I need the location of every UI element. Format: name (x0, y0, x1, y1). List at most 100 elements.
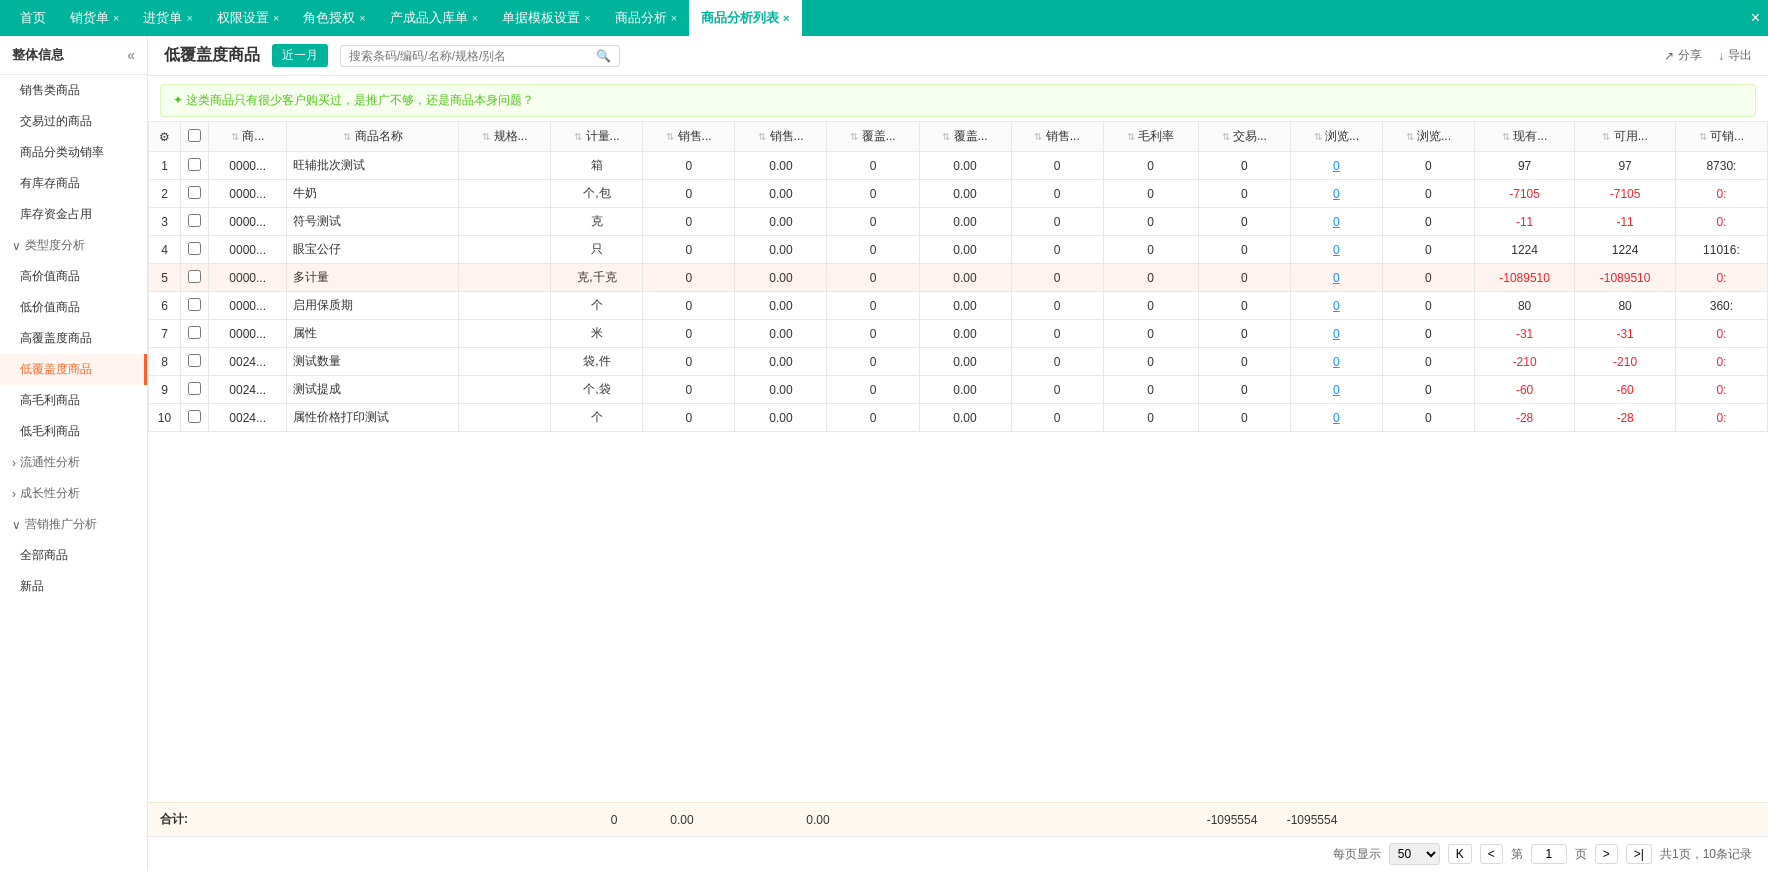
nav-product-warehouse[interactable]: 产成品入库单 × (378, 0, 490, 36)
th-name[interactable]: ⇅ 商品名称 (287, 122, 459, 152)
nav-close-sales-order[interactable]: × (113, 12, 119, 24)
th-browse1[interactable]: ⇅ 浏览... (1290, 122, 1382, 152)
search-icon[interactable]: 🔍 (596, 49, 611, 63)
row-browse1[interactable]: 0 (1290, 236, 1382, 264)
th-cover2[interactable]: ⇅ 覆盖... (919, 122, 1011, 152)
export-button[interactable]: ↓ 导出 (1718, 47, 1752, 64)
th-cover1[interactable]: ⇅ 覆盖... (827, 122, 919, 152)
row-checkbox[interactable] (181, 208, 209, 236)
sidebar-item-low-value[interactable]: 低价值商品 (0, 292, 147, 323)
nav-product-analysis[interactable]: 商品分析 × (603, 0, 689, 36)
row-checkbox[interactable] (181, 264, 209, 292)
sidebar-item-all-goods[interactable]: 全部商品 (0, 540, 147, 571)
nav-product-analysis-list[interactable]: 商品分析列表 × (689, 0, 801, 36)
th-checkbox[interactable] (181, 122, 209, 152)
th-available[interactable]: ⇅ 可用... (1575, 122, 1676, 152)
row-name[interactable]: 符号测试 (287, 208, 459, 236)
sidebar-item-sales-goods[interactable]: 销售类商品 (0, 75, 147, 106)
row-checkbox[interactable] (181, 320, 209, 348)
page-title: 低覆盖度商品 (164, 45, 260, 66)
sidebar-section-type-analysis[interactable]: ∨ 类型度分析 (0, 230, 147, 261)
next-page-button[interactable]: > (1595, 844, 1618, 864)
row-name[interactable]: 牛奶 (287, 180, 459, 208)
row-cover1: 0 (827, 320, 919, 348)
row-browse1[interactable]: 0 (1290, 264, 1382, 292)
th-current[interactable]: ⇅ 现有... (1474, 122, 1575, 152)
th-sellable[interactable]: ⇅ 可销... (1675, 122, 1767, 152)
share-button[interactable]: ↗ 分享 (1664, 47, 1702, 64)
sidebar-item-stock-capital[interactable]: 库存资金占用 (0, 199, 147, 230)
row-name[interactable]: 测试提成 (287, 376, 459, 404)
nav-home[interactable]: 首页 (8, 0, 58, 36)
row-browse1[interactable]: 0 (1290, 320, 1382, 348)
row-name[interactable]: 测试数量 (287, 348, 459, 376)
row-checkbox[interactable] (181, 236, 209, 264)
th-code[interactable]: ⇅ 商... (209, 122, 287, 152)
row-name[interactable]: 眼宝公仔 (287, 236, 459, 264)
sidebar-item-high-coverage[interactable]: 高覆盖度商品 (0, 323, 147, 354)
first-page-button[interactable]: K (1448, 844, 1472, 864)
page-input[interactable] (1531, 844, 1567, 864)
per-page-select[interactable]: 50 20 100 (1389, 843, 1440, 865)
row-checkbox[interactable] (181, 376, 209, 404)
search-input[interactable] (349, 49, 590, 63)
sidebar-collapse-button[interactable]: « (127, 47, 135, 63)
nav-close-product-warehouse[interactable]: × (472, 12, 478, 24)
th-trade[interactable]: ⇅ 交易... (1198, 122, 1290, 152)
th-sales-amt[interactable]: ⇅ 销售... (735, 122, 827, 152)
row-browse1[interactable]: 0 (1290, 404, 1382, 432)
row-browse1[interactable]: 0 (1290, 376, 1382, 404)
settings-icon[interactable]: ⚙ (159, 130, 170, 144)
select-all-checkbox[interactable] (188, 129, 201, 142)
app-close-button[interactable]: × (1751, 9, 1760, 27)
row-browse1[interactable]: 0 (1290, 348, 1382, 376)
row-browse1[interactable]: 0 (1290, 208, 1382, 236)
nav-close-product-analysis-list[interactable]: × (783, 12, 789, 24)
row-name[interactable]: 旺辅批次测试 (287, 152, 459, 180)
row-browse1[interactable]: 0 (1290, 292, 1382, 320)
nav-sales-order[interactable]: 销货单 × (58, 0, 131, 36)
sidebar-item-new-goods[interactable]: 新品 (0, 571, 147, 602)
th-spec[interactable]: ⇅ 规格... (459, 122, 551, 152)
row-name[interactable]: 多计量 (287, 264, 459, 292)
date-filter-button[interactable]: 近一月 (272, 44, 328, 67)
th-unit[interactable]: ⇅ 计量... (551, 122, 643, 152)
row-checkbox[interactable] (181, 180, 209, 208)
nav-template-settings[interactable]: 单据模板设置 × (490, 0, 602, 36)
row-name[interactable]: 属性价格打印测试 (287, 404, 459, 432)
nav-close-role-auth[interactable]: × (359, 12, 365, 24)
sidebar-section-liquidity-analysis[interactable]: › 流通性分析 (0, 447, 147, 478)
row-checkbox[interactable] (181, 348, 209, 376)
row-browse1[interactable]: 0 (1290, 152, 1382, 180)
sidebar-item-low-coverage[interactable]: 低覆盖度商品 (0, 354, 147, 385)
nav-permission[interactable]: 权限设置 × (205, 0, 291, 36)
sidebar-section-marketing-analysis[interactable]: ∨ 营销推广分析 (0, 509, 147, 540)
sidebar-section-growth-analysis[interactable]: › 成长性分析 (0, 478, 147, 509)
row-name[interactable]: 属性 (287, 320, 459, 348)
th-sales2[interactable]: ⇅ 销售... (1011, 122, 1103, 152)
th-settings[interactable]: ⚙ (149, 122, 181, 152)
nav-role-auth[interactable]: 角色授权 × (291, 0, 377, 36)
row-checkbox[interactable] (181, 152, 209, 180)
th-gross-rate[interactable]: ⇅ 毛利率 (1103, 122, 1198, 152)
row-browse1[interactable]: 0 (1290, 180, 1382, 208)
sidebar-item-in-stock[interactable]: 有库存商品 (0, 168, 147, 199)
nav-close-permission[interactable]: × (273, 12, 279, 24)
nav-close-template-settings[interactable]: × (584, 12, 590, 24)
th-sales-qty[interactable]: ⇅ 销售... (643, 122, 735, 152)
row-checkbox[interactable] (181, 292, 209, 320)
table-wrapper[interactable]: ⚙ ⇅ 商... ⇅ 商品名称 ⇅ 规格... ⇅ 计量... ⇅ 销售... … (148, 121, 1768, 802)
row-name[interactable]: 启用保质期 (287, 292, 459, 320)
sidebar-item-low-margin[interactable]: 低毛利商品 (0, 416, 147, 447)
sidebar-item-traded-goods[interactable]: 交易过的商品 (0, 106, 147, 137)
row-checkbox[interactable] (181, 404, 209, 432)
sidebar-item-category-rate[interactable]: 商品分类动销率 (0, 137, 147, 168)
th-browse2[interactable]: ⇅ 浏览... (1382, 122, 1474, 152)
sidebar-item-high-margin[interactable]: 高毛利商品 (0, 385, 147, 416)
nav-close-purchase-order[interactable]: × (186, 12, 192, 24)
last-page-button[interactable]: >| (1626, 844, 1652, 864)
sidebar-item-high-value[interactable]: 高价值商品 (0, 261, 147, 292)
nav-close-product-analysis[interactable]: × (671, 12, 677, 24)
nav-purchase-order[interactable]: 进货单 × (131, 0, 204, 36)
prev-page-button[interactable]: < (1480, 844, 1503, 864)
